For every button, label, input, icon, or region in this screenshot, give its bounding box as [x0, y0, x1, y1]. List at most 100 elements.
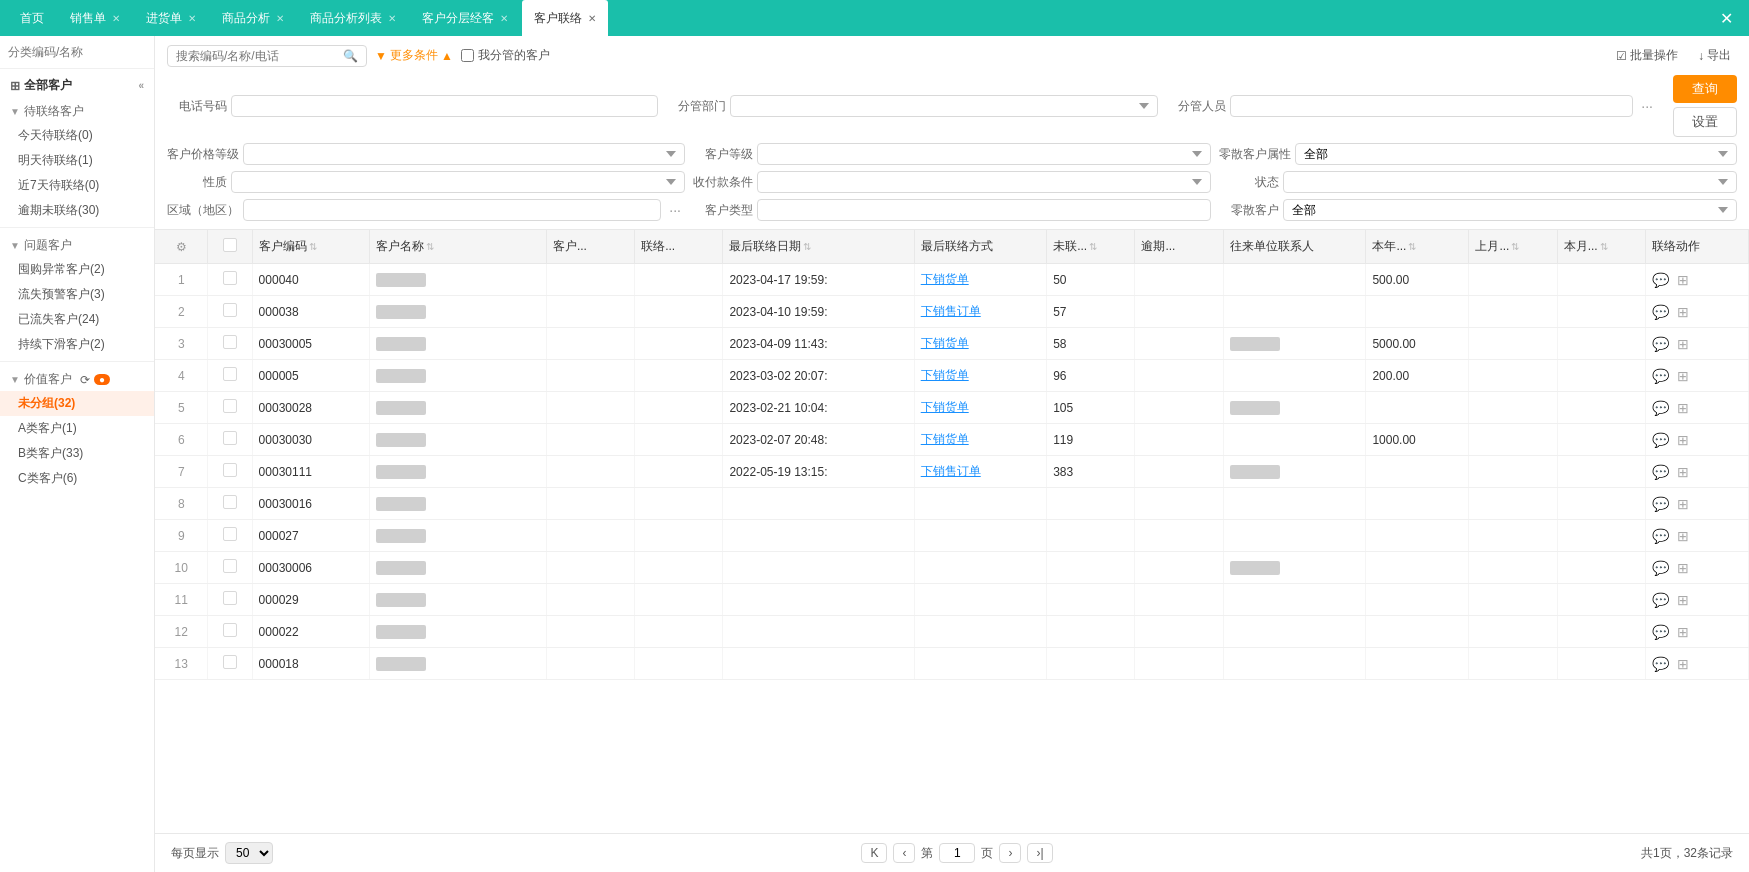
sidebar-group-pending[interactable]: ▼ 待联络客户 [0, 98, 154, 123]
tab-customer-contact[interactable]: 客户联络 ✕ [522, 0, 608, 36]
pay-select[interactable] [757, 171, 1211, 193]
sidebar-group-value[interactable]: ▼ 价值客户 ⟳ ● [0, 366, 154, 391]
collapse-icon[interactable]: « [138, 80, 144, 91]
th-settings[interactable]: ⚙ [155, 230, 208, 264]
cell-check[interactable] [208, 264, 252, 296]
chat-icon[interactable]: 💬 [1652, 400, 1669, 416]
prev-page-btn[interactable]: ‹ [893, 843, 915, 863]
query-btn[interactable]: 查询 [1673, 75, 1737, 103]
cell-check[interactable] [208, 392, 252, 424]
sidebar-item-7days[interactable]: 近7天待联络(0) [0, 173, 154, 198]
sidebar-all-customers[interactable]: ⊞ 全部客户 « [0, 69, 154, 98]
grid-action-icon[interactable]: ⊞ [1677, 656, 1689, 672]
my-customers-checkbox[interactable] [461, 49, 474, 62]
price-select[interactable] [243, 143, 685, 165]
tab-purchase-close[interactable]: ✕ [188, 13, 196, 24]
sidebar-item-hoard[interactable]: 囤购异常客户(2) [0, 257, 154, 282]
grid-action-icon[interactable]: ⊞ [1677, 624, 1689, 640]
row-checkbox[interactable] [223, 271, 237, 285]
cell-check[interactable] [208, 488, 252, 520]
tab-customer-segment-close[interactable]: ✕ [500, 13, 508, 24]
contact-way-link[interactable]: 下销货单 [921, 368, 969, 382]
grid-action-icon[interactable]: ⊞ [1677, 560, 1689, 576]
my-customers-check[interactable]: 我分管的客户 [461, 47, 550, 64]
chat-icon[interactable]: 💬 [1652, 336, 1669, 352]
tab-home[interactable]: 首页 [8, 0, 56, 36]
row-checkbox[interactable] [223, 655, 237, 669]
first-page-btn[interactable]: K [861, 843, 887, 863]
cell-check[interactable] [208, 520, 252, 552]
retail-attr-select[interactable]: 全部 [1295, 143, 1737, 165]
chat-icon[interactable]: 💬 [1652, 272, 1669, 288]
sidebar-item-overdue[interactable]: 逾期未联络(30) [0, 198, 154, 223]
chat-icon[interactable]: 💬 [1652, 656, 1669, 672]
chat-icon[interactable]: 💬 [1652, 496, 1669, 512]
manager-dots[interactable]: ··· [1637, 98, 1657, 114]
row-checkbox[interactable] [223, 559, 237, 573]
sidebar-item-ungrouped[interactable]: 未分组(32) [0, 391, 154, 416]
contact-way-link[interactable]: 下销货单 [921, 336, 969, 350]
retail-cust-select[interactable]: 全部 [1283, 199, 1737, 221]
level-select[interactable] [757, 143, 1211, 165]
contact-way-link[interactable]: 下销货单 [921, 272, 969, 286]
sidebar-search-input[interactable] [8, 45, 155, 59]
tab-product-analysis-list-close[interactable]: ✕ [388, 13, 396, 24]
chat-icon[interactable]: 💬 [1652, 592, 1669, 608]
row-checkbox[interactable] [223, 463, 237, 477]
sidebar-item-b-class[interactable]: B类客户(33) [0, 441, 154, 466]
region-input[interactable] [243, 199, 661, 221]
more-conditions-btn[interactable]: ▼ 更多条件 ▲ [375, 47, 453, 64]
page-size-select[interactable]: 50 [225, 842, 273, 864]
search-input[interactable] [176, 49, 339, 63]
grid-action-icon[interactable]: ⊞ [1677, 432, 1689, 448]
cust-type-input[interactable] [757, 199, 1211, 221]
row-checkbox[interactable] [223, 623, 237, 637]
contact-way-link[interactable]: 下销货单 [921, 432, 969, 446]
sidebar-item-lost[interactable]: 已流失客户(24) [0, 307, 154, 332]
tab-sales[interactable]: 销售单 ✕ [58, 0, 132, 36]
nature-select[interactable] [231, 171, 685, 193]
sidebar-item-churn-warning[interactable]: 流失预警客户(3) [0, 282, 154, 307]
chat-icon[interactable]: 💬 [1652, 560, 1669, 576]
phone-input[interactable] [231, 95, 658, 117]
grid-action-icon[interactable]: ⊞ [1677, 496, 1689, 512]
tab-product-analysis[interactable]: 商品分析 ✕ [210, 0, 296, 36]
next-page-btn[interactable]: › [999, 843, 1021, 863]
row-checkbox[interactable] [223, 399, 237, 413]
chat-icon[interactable]: 💬 [1652, 432, 1669, 448]
tab-purchase[interactable]: 进货单 ✕ [134, 0, 208, 36]
chat-icon[interactable]: 💬 [1652, 528, 1669, 544]
grid-action-icon[interactable]: ⊞ [1677, 464, 1689, 480]
dept-select[interactable] [730, 95, 1157, 117]
contact-way-link[interactable]: 下销售订单 [921, 464, 981, 478]
cell-check[interactable] [208, 424, 252, 456]
sidebar-item-c-class[interactable]: C类客户(6) [0, 466, 154, 491]
tab-customer-segment[interactable]: 客户分层经客 ✕ [410, 0, 520, 36]
reset-btn[interactable]: 设置 [1673, 107, 1737, 137]
row-checkbox[interactable] [223, 527, 237, 541]
cell-check[interactable] [208, 552, 252, 584]
cell-check[interactable] [208, 648, 252, 680]
grid-action-icon[interactable]: ⊞ [1677, 592, 1689, 608]
cell-check[interactable] [208, 584, 252, 616]
batch-op-btn[interactable]: ☑ 批量操作 [1610, 44, 1684, 67]
grid-action-icon[interactable]: ⊞ [1677, 304, 1689, 320]
chat-icon[interactable]: 💬 [1652, 464, 1669, 480]
export-btn[interactable]: ↓ 导出 [1692, 44, 1737, 67]
chat-icon[interactable]: 💬 [1652, 368, 1669, 384]
chat-icon[interactable]: 💬 [1652, 304, 1669, 320]
sidebar-item-declining[interactable]: 持续下滑客户(2) [0, 332, 154, 357]
search-icon-main[interactable]: 🔍 [343, 49, 358, 63]
cell-check[interactable] [208, 328, 252, 360]
region-dots[interactable]: ··· [665, 202, 685, 218]
row-checkbox[interactable] [223, 431, 237, 445]
th-check[interactable] [208, 230, 252, 264]
tab-product-analysis-close[interactable]: ✕ [276, 13, 284, 24]
grid-action-icon[interactable]: ⊞ [1677, 336, 1689, 352]
sidebar-item-today[interactable]: 今天待联络(0) [0, 123, 154, 148]
grid-action-icon[interactable]: ⊞ [1677, 272, 1689, 288]
row-checkbox[interactable] [223, 335, 237, 349]
row-checkbox[interactable] [223, 495, 237, 509]
grid-action-icon[interactable]: ⊞ [1677, 400, 1689, 416]
contact-way-link[interactable]: 下销售订单 [921, 304, 981, 318]
